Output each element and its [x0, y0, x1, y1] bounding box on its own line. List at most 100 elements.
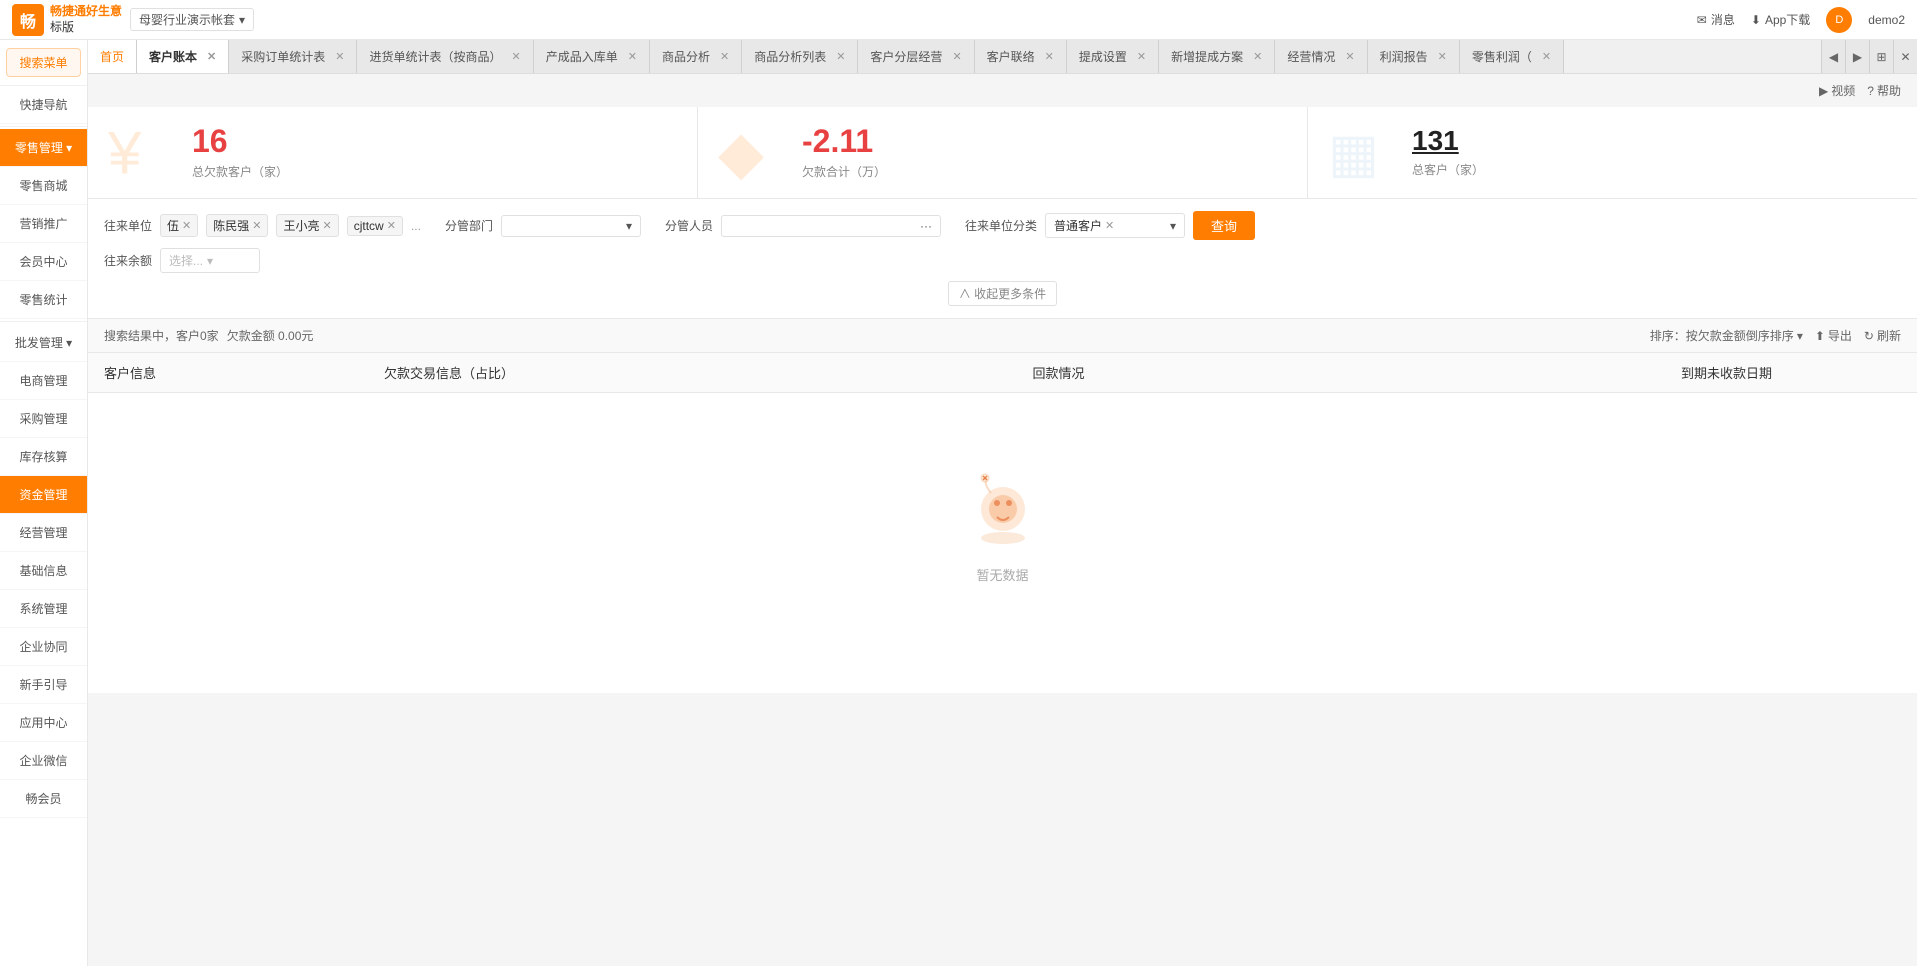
stat-card-overdue-customers: ¥ 16 总欠款客户（家） [88, 107, 698, 198]
sidebar-divider [0, 126, 87, 127]
filter-balance-input[interactable]: 选择... ▾ [160, 248, 260, 273]
filter-row-1: 往来单位 伍 ✕ 陈民强 ✕ 王小亮 ✕ cjttcw [104, 211, 1901, 240]
sidebar-item-finance-mgmt[interactable]: 资金管理 [0, 476, 87, 514]
tab-raise-settings[interactable]: 提成设置 ✕ [1067, 40, 1159, 74]
tab-expand[interactable]: ⊞ [1869, 40, 1893, 74]
tab-close-icon[interactable]: ✕ [335, 50, 344, 63]
sidebar-item-retail-mgmt[interactable]: 零售管理 ▾ [0, 129, 87, 167]
sidebar-item-sys-mgmt[interactable]: 系统管理 [0, 590, 87, 628]
stat-bg-icon-3: ▦ [1328, 121, 1379, 184]
stat-label-total-customers: 总客户（家） [1412, 161, 1893, 178]
tab-close-icon[interactable]: ✕ [1253, 50, 1262, 63]
tab-home[interactable]: 首页 [88, 40, 137, 74]
app-download-link[interactable]: ⬇ App下载 [1751, 11, 1810, 28]
tab-scroll-left[interactable]: ◀ [1821, 40, 1845, 74]
export-icon: ⬆ [1815, 329, 1825, 343]
sort-button[interactable]: 排序：按欠款金额倒序排序 ▾ [1650, 327, 1803, 344]
sidebar-item-ops-mgmt[interactable]: 经营管理 [0, 514, 87, 552]
tab-customer-ledger[interactable]: 客户账本 ✕ [137, 40, 229, 74]
sidebar-item-quick-nav[interactable]: 快捷导航 [0, 86, 87, 124]
account-dropdown[interactable]: 母婴行业演示帐套 ▾ [130, 8, 254, 31]
tab-customer-tier[interactable]: 客户分层经营 ✕ [858, 40, 974, 74]
stat-value-total-customers: 131 [1412, 127, 1893, 155]
tab-retail-profit[interactable]: 零售利润（ ✕ [1460, 40, 1564, 74]
sidebar-item-basic-info[interactable]: 基础信息 [0, 552, 87, 590]
query-button[interactable]: 查询 [1193, 211, 1255, 240]
search-result-text: 搜索结果中，客户0家 [104, 327, 219, 344]
table-body: 暂无数据 [88, 393, 1917, 693]
help-link[interactable]: ? 帮助 [1867, 82, 1901, 99]
tab-close-all[interactable]: ✕ [1893, 40, 1917, 74]
sidebar-item-vip-member[interactable]: 畅会员 [0, 780, 87, 818]
tab-close-icon[interactable]: ✕ [836, 50, 845, 63]
avatar[interactable]: D [1826, 7, 1852, 33]
filter-tag-close[interactable]: ✕ [323, 219, 332, 232]
tab-product-analysis-list[interactable]: 商品分析列表 ✕ [742, 40, 858, 74]
filter-tag-normal-customer[interactable]: 普通客户 ✕ [1054, 217, 1114, 234]
stat-value-overdue-customers: 16 [192, 125, 673, 157]
logo-area: 畅 畅捷通好生意 标版 [12, 4, 122, 36]
sidebar-item-member-center[interactable]: 会员中心 [0, 243, 87, 281]
tab-close-icon[interactable]: ✕ [1542, 50, 1551, 63]
tab-customer-contact[interactable]: 客户联络 ✕ [975, 40, 1067, 74]
tab-close-icon[interactable]: ✕ [1137, 50, 1146, 63]
tab-close-icon[interactable]: ✕ [720, 50, 729, 63]
chevron-down-icon: ▾ [626, 219, 632, 233]
tab-label: 客户联络 [987, 48, 1035, 65]
sidebar-item-app-center[interactable]: 应用中心 [0, 704, 87, 742]
tab-business-status[interactable]: 经营情况 ✕ [1275, 40, 1367, 74]
sidebar-item-marketing[interactable]: 营销推广 [0, 205, 87, 243]
sidebar-item-batch-mgmt[interactable]: 批发管理 ▾ [0, 324, 87, 362]
sidebar-item-purchase-mgmt[interactable]: 采购管理 [0, 400, 87, 438]
filter-row-2: 往来余额 选择... ▾ [104, 248, 1901, 273]
tab-close-icon[interactable]: ✕ [952, 50, 961, 63]
tab-label: 商品分析 [662, 48, 710, 65]
sidebar-item-inventory[interactable]: 库存核算 [0, 438, 87, 476]
collapse-button[interactable]: ∧ 收起更多条件 [948, 281, 1057, 306]
tab-new-raise-plan[interactable]: 新增提成方案 ✕ [1159, 40, 1275, 74]
sidebar-item-new-guide[interactable]: 新手引导 [0, 666, 87, 704]
filter-tag-close[interactable]: ✕ [387, 219, 396, 232]
home-tab-label: 首页 [100, 48, 124, 65]
filter-person-select[interactable]: ··· [721, 215, 941, 237]
filter-tag-cjttcw[interactable]: cjttcw ✕ [347, 216, 403, 236]
chevron-down-icon: ▾ [207, 254, 213, 268]
filter-category-select[interactable]: 普通客户 ✕ ▾ [1045, 213, 1185, 238]
sidebar-item-retail-mall[interactable]: 零售商城 [0, 167, 87, 205]
chevron-down-icon: ▾ [1797, 329, 1803, 343]
filter-area: 往来单位 伍 ✕ 陈民强 ✕ 王小亮 ✕ cjttcw [88, 199, 1917, 319]
search-menu-button[interactable]: 搜索菜单 [6, 48, 81, 77]
tab-close-icon[interactable]: ✕ [1345, 50, 1354, 63]
tab-cost-inbound[interactable]: 产成品入库单 ✕ [534, 40, 650, 74]
filter-tag-chen[interactable]: 陈民强 ✕ [206, 214, 268, 237]
tab-inbound-stats[interactable]: 进货单统计表（按商品） ✕ [357, 40, 533, 74]
tab-profit-report[interactable]: 利润报告 ✕ [1368, 40, 1460, 74]
filter-tag-close[interactable]: ✕ [182, 219, 191, 232]
video-link[interactable]: ▶ 视频 [1819, 82, 1855, 99]
tab-close-icon[interactable]: ✕ [1045, 50, 1054, 63]
stat-bg-icon-2: ◆ [718, 118, 764, 188]
refresh-button[interactable]: ↻ 刷新 [1864, 327, 1901, 344]
top-bar: 畅 畅捷通好生意 标版 母婴行业演示帐套 ▾ ✉ 消息 ⬇ App下载 D de… [0, 0, 1917, 40]
tab-close-icon[interactable]: ✕ [512, 50, 521, 63]
tab-purchase-order-stats[interactable]: 采购订单统计表 ✕ [229, 40, 357, 74]
message-link[interactable]: ✉ 消息 [1697, 11, 1735, 28]
result-bar: 搜索结果中，客户0家 欠款金额 0.00元 排序：按欠款金额倒序排序 ▾ ⬆ 导… [88, 319, 1917, 353]
top-bar-right: ✉ 消息 ⬇ App下载 D demo2 [1697, 7, 1905, 33]
tab-close-icon[interactable]: ✕ [207, 50, 216, 63]
filter-tag-wang[interactable]: 王小亮 ✕ [276, 214, 338, 237]
filter-more-units[interactable]: ... [411, 219, 421, 233]
sidebar-item-ecom-mgmt[interactable]: 电商管理 [0, 362, 87, 400]
filter-dept-select[interactable]: ▾ [501, 215, 641, 237]
sidebar-item-retail-stats[interactable]: 零售统计 [0, 281, 87, 319]
tab-product-analysis[interactable]: 商品分析 ✕ [650, 40, 742, 74]
filter-tag-close-category[interactable]: ✕ [1105, 219, 1114, 232]
filter-tag-close[interactable]: ✕ [252, 219, 261, 232]
tab-close-icon[interactable]: ✕ [628, 50, 637, 63]
export-button[interactable]: ⬆ 导出 [1815, 327, 1852, 344]
sidebar-item-enterprise-collab[interactable]: 企业协同 [0, 628, 87, 666]
sidebar-item-enterprise-wechat[interactable]: 企业微信 [0, 742, 87, 780]
tab-scroll-right[interactable]: ▶ [1845, 40, 1869, 74]
filter-tag-wu[interactable]: 伍 ✕ [160, 214, 198, 237]
tab-close-icon[interactable]: ✕ [1438, 50, 1447, 63]
